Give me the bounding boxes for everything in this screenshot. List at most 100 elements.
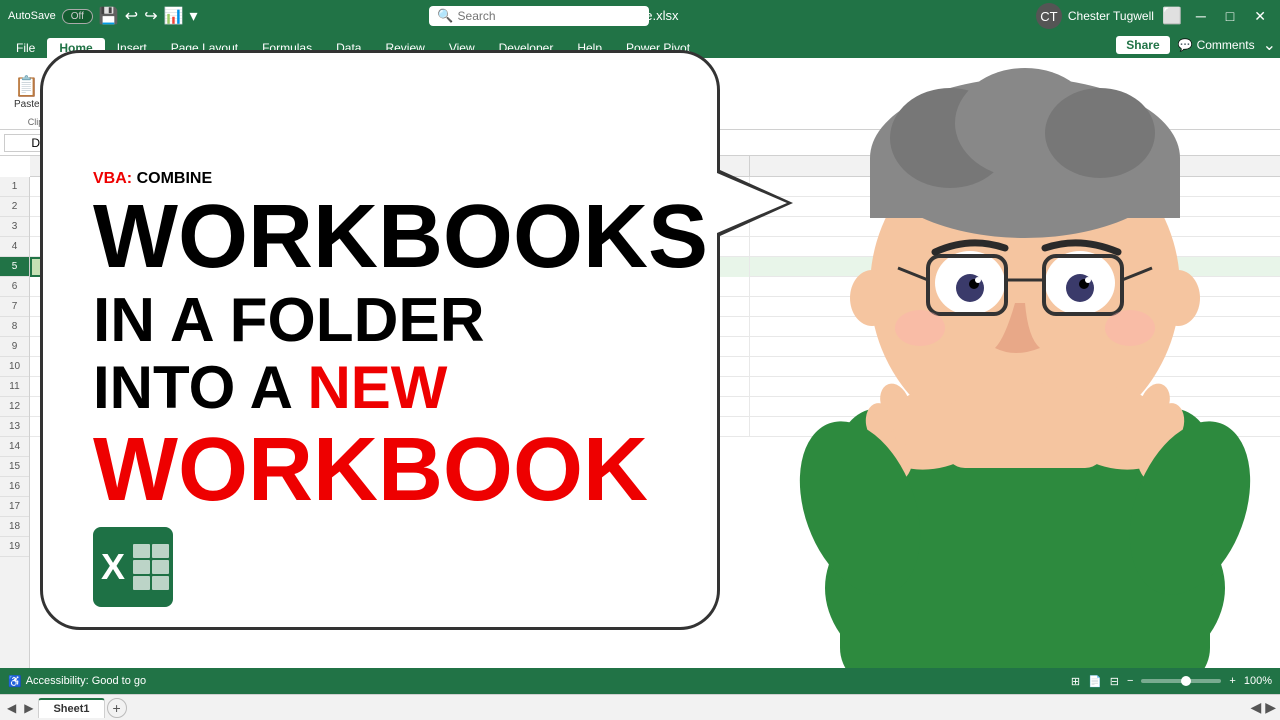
cell-k1[interactable] bbox=[30, 177, 90, 197]
function-wizard-btn[interactable]: fx bbox=[92, 137, 101, 149]
copy-button[interactable]: ⎘ Copy bbox=[48, 77, 85, 110]
col-header-m[interactable]: M bbox=[160, 156, 230, 176]
align-middle-btn[interactable]: ≡ bbox=[287, 62, 294, 76]
cell-q1[interactable] bbox=[470, 177, 550, 197]
close-btn[interactable]: ✕ bbox=[1248, 8, 1272, 25]
align-center-btn[interactable]: ☰ bbox=[288, 78, 299, 92]
align-left-btn[interactable]: ◧ bbox=[274, 78, 285, 92]
orientation-btn[interactable]: ab↗ bbox=[311, 62, 334, 76]
cell-l1[interactable] bbox=[90, 177, 160, 197]
increase-font-btn[interactable]: A▲ bbox=[220, 64, 238, 76]
cell-k2[interactable] bbox=[30, 197, 90, 217]
cell-l4[interactable] bbox=[90, 237, 160, 257]
redo-icon[interactable]: ↪ bbox=[144, 6, 157, 26]
tab-home[interactable]: Home bbox=[47, 38, 104, 58]
comma-btn[interactable]: , bbox=[397, 81, 400, 93]
cell-k4[interactable] bbox=[30, 237, 90, 257]
row-9[interactable]: 9 bbox=[0, 337, 29, 357]
sheet-scroll-left-btn[interactable]: ◀ bbox=[4, 701, 19, 715]
row-11[interactable]: 11 bbox=[0, 377, 29, 397]
cell-q3[interactable] bbox=[470, 217, 550, 237]
paste-button[interactable]: 📋 Paste bbox=[10, 75, 44, 112]
page-layout-btn[interactable]: 📄 bbox=[1088, 675, 1102, 688]
undo-icon[interactable]: ↩ bbox=[125, 6, 138, 26]
row-10[interactable]: 10 bbox=[0, 357, 29, 377]
scroll-left-btn[interactable]: ◀ bbox=[1250, 699, 1261, 716]
cell-r2[interactable] bbox=[550, 197, 750, 217]
zoom-thumb[interactable] bbox=[1181, 676, 1191, 686]
indent-increase-btn[interactable]: ⇥ bbox=[329, 78, 339, 92]
row-1[interactable]: 1 bbox=[0, 177, 29, 197]
normal-view-btn[interactable]: ⊞ bbox=[1071, 675, 1080, 688]
row-18[interactable]: 18 bbox=[0, 517, 29, 537]
font-family-dropdown[interactable]: Calibri bbox=[97, 62, 177, 78]
row-15[interactable]: 15 bbox=[0, 457, 29, 477]
row-2[interactable]: 2 bbox=[0, 197, 29, 217]
zoom-slider[interactable] bbox=[1141, 679, 1221, 683]
quick-access-dropdown[interactable]: ▾ bbox=[190, 6, 198, 26]
cell-p5[interactable] bbox=[370, 257, 470, 277]
underline-btn[interactable]: U bbox=[118, 81, 127, 96]
cell-o6[interactable] bbox=[300, 277, 370, 297]
zoom-out-btn[interactable]: − bbox=[1127, 675, 1133, 687]
formula-input[interactable] bbox=[105, 136, 1276, 150]
tab-formulas[interactable]: Formulas bbox=[250, 38, 324, 58]
ideas-btn[interactable]: 💡 Ideas bbox=[633, 75, 666, 112]
cell-n1[interactable] bbox=[230, 177, 300, 197]
tab-power-pivot[interactable]: Power Pivot bbox=[614, 38, 702, 58]
ribbon-collapse-btn[interactable]: ⌄ bbox=[1263, 35, 1276, 55]
currency-btn[interactable]: $ bbox=[376, 81, 382, 93]
page-break-btn[interactable]: ⊟ bbox=[1110, 675, 1119, 688]
find-select-btn[interactable]: 🔍 Find &Select bbox=[586, 71, 620, 117]
cell-o1[interactable] bbox=[300, 177, 370, 197]
cell-r6[interactable] bbox=[550, 277, 750, 297]
save-icon[interactable]: 💾 bbox=[99, 6, 119, 26]
border-btn[interactable]: ⊞ bbox=[132, 80, 143, 96]
cell-m1[interactable] bbox=[160, 177, 230, 197]
row-6[interactable]: 6 bbox=[0, 277, 29, 297]
row-19[interactable]: 19 bbox=[0, 537, 29, 557]
cell-m6[interactable] bbox=[160, 277, 230, 297]
indent-decrease-btn[interactable]: ⇤ bbox=[316, 78, 326, 92]
wrap-text-btn[interactable]: ↵ bbox=[337, 62, 347, 76]
cell-m3[interactable] bbox=[160, 217, 230, 237]
cell-o5[interactable] bbox=[300, 257, 370, 277]
cell-q2[interactable] bbox=[470, 197, 550, 217]
align-right-btn[interactable]: ◨ bbox=[302, 78, 313, 92]
row-14[interactable]: 14 bbox=[0, 437, 29, 457]
cut-button[interactable]: ✂ Cut bbox=[48, 58, 85, 75]
cell-r3[interactable] bbox=[550, 217, 750, 237]
col-header-l[interactable]: L bbox=[90, 156, 160, 176]
cell-o2[interactable] bbox=[300, 197, 370, 217]
tab-view[interactable]: View bbox=[437, 38, 487, 58]
sheet-tab-sheet1[interactable]: Sheet1 bbox=[38, 698, 104, 718]
merge-center-btn[interactable]: ⊞ bbox=[342, 78, 352, 92]
add-sheet-button[interactable]: + bbox=[107, 698, 127, 718]
row-13[interactable]: 13 bbox=[0, 417, 29, 437]
cell-n6[interactable] bbox=[230, 277, 300, 297]
cell-o4[interactable] bbox=[300, 237, 370, 257]
cell-n4[interactable] bbox=[230, 237, 300, 257]
col-header-o[interactable]: O bbox=[300, 156, 370, 176]
cell-r5[interactable] bbox=[550, 257, 750, 277]
cell-p1[interactable] bbox=[370, 177, 470, 197]
fill-color-btn[interactable]: 🎨 bbox=[146, 80, 162, 96]
cell-k6[interactable] bbox=[30, 277, 90, 297]
row-4[interactable]: 4 bbox=[0, 237, 29, 257]
cell-n5[interactable] bbox=[230, 257, 300, 277]
tab-help[interactable]: Help bbox=[565, 38, 614, 58]
tab-page-layout[interactable]: Page Layout bbox=[159, 38, 250, 58]
ribbon-display-btn[interactable]: ⬜ bbox=[1162, 6, 1182, 26]
decrease-font-btn[interactable]: A▼ bbox=[242, 64, 260, 76]
row-17[interactable]: 17 bbox=[0, 497, 29, 517]
cell-styles-btn[interactable]: 🎨 Cell Styles bbox=[480, 96, 552, 111]
decrease-decimal-btn[interactable]: .0- bbox=[422, 81, 435, 93]
row-5[interactable]: 5 bbox=[0, 257, 29, 277]
cell-k3[interactable] bbox=[30, 217, 90, 237]
number-format-dropdown[interactable]: General▾ bbox=[365, 62, 445, 79]
cell-k5[interactable] bbox=[30, 257, 90, 277]
tab-review[interactable]: Review bbox=[373, 38, 436, 58]
cell-l2[interactable] bbox=[90, 197, 160, 217]
align-bottom-btn[interactable]: ⊥ bbox=[297, 62, 307, 76]
cell-m4[interactable] bbox=[160, 237, 230, 257]
